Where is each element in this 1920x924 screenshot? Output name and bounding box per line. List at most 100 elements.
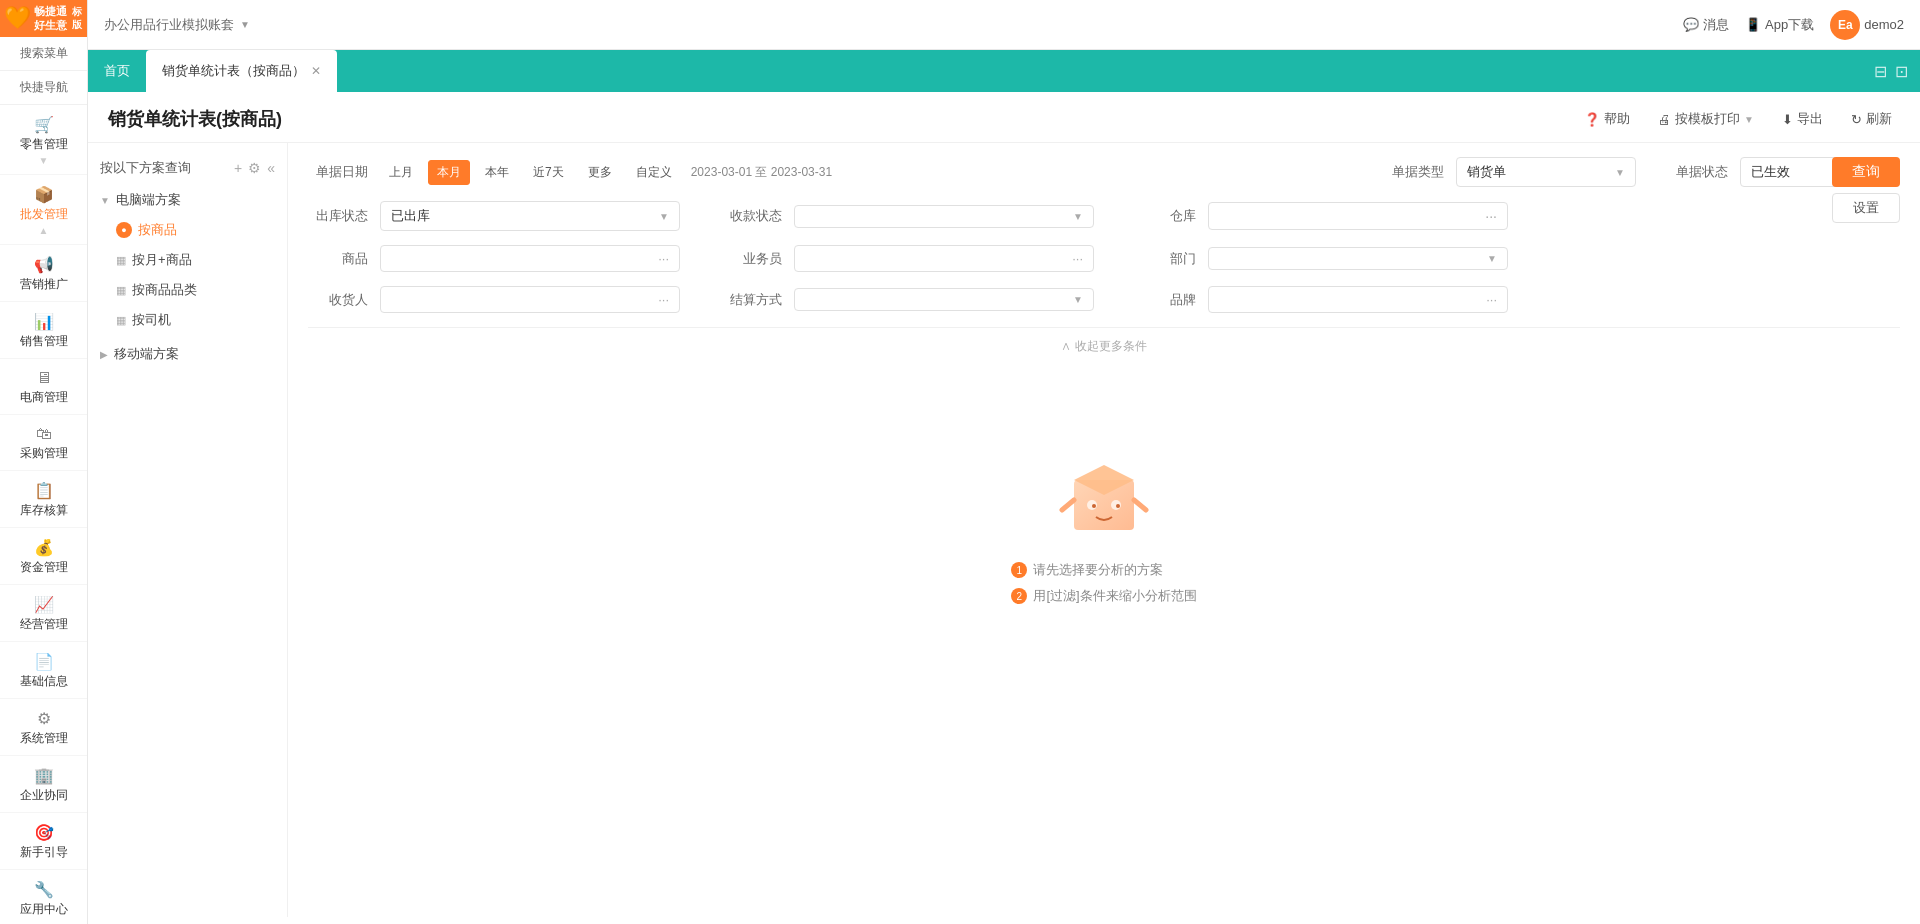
doc-type-arrow-icon: ▼: [1615, 167, 1625, 178]
tab-sales-stats[interactable]: 销货单统计表（按商品） ✕: [146, 50, 337, 92]
help-button[interactable]: ❓ 帮助: [1576, 106, 1638, 132]
sidebar: 🧡 畅捷通好生意 标版 搜索菜单 快捷导航 🛒 零售管理 ▼ 📦 批发管理 ▲ …: [0, 0, 88, 924]
receiver-input[interactable]: ···: [380, 286, 680, 313]
out-status-select[interactable]: 已出库 ▼: [380, 201, 680, 231]
ecommerce-icon: 🖥: [36, 369, 52, 387]
empty-tips: 1 请先选择要分析的方案 2 用[过滤]条件来缩小分析范围: [1011, 561, 1196, 605]
empty-state: 1 请先选择要分析的方案 2 用[过滤]条件来缩小分析范围: [308, 365, 1900, 685]
print-button[interactable]: 🖨 按模板打印 ▼: [1650, 106, 1762, 132]
warehouse-label: 仓库: [1136, 207, 1196, 225]
sidebar-item-system[interactable]: ⚙ 系统管理: [0, 699, 87, 756]
app-download-button[interactable]: 📱 App下载: [1745, 16, 1814, 34]
date-btn-thisyear[interactable]: 本年: [476, 160, 518, 185]
sidebar-item-inventory[interactable]: 📋 库存核算: [0, 471, 87, 528]
empty-tip-2: 2 用[过滤]条件来缩小分析范围: [1011, 587, 1196, 605]
breadcrumb: 办公用品行业模拟账套 ▼: [104, 16, 1671, 34]
tree-group-pc-header[interactable]: ▼ 电脑端方案: [88, 185, 287, 215]
payment-status-select[interactable]: ▼: [794, 205, 1094, 228]
search-menu-button[interactable]: 搜索菜单: [0, 37, 87, 71]
svg-point-4: [1092, 504, 1096, 508]
filter-row-3: 商品 ··· 业务员 ··· 部门: [308, 245, 1900, 272]
sidebar-item-finance[interactable]: 💰 资金管理: [0, 528, 87, 585]
date-btn-7days[interactable]: 近7天: [524, 160, 573, 185]
date-btn-more[interactable]: 更多: [579, 160, 621, 185]
marketing-icon: 📢: [34, 255, 54, 274]
purchase-icon: 🛍: [36, 425, 52, 443]
by-month-icon: ▦: [116, 254, 126, 267]
sidebar-item-marketing[interactable]: 📢 营销推广: [0, 245, 87, 302]
warehouse-select[interactable]: ···: [1208, 202, 1508, 230]
maximize-icon[interactable]: ⊡: [1895, 62, 1908, 81]
collapse-bar[interactable]: ∧ 收起更多条件: [308, 327, 1900, 365]
tree-group-pc: ▼ 电脑端方案 ● 按商品 ▦ 按月+商品 ▦: [88, 185, 287, 335]
staff-label: 业务员: [722, 250, 782, 268]
page-title: 销货单统计表(按商品): [108, 107, 282, 131]
sidebar-item-purchase[interactable]: 🛍 采购管理: [0, 415, 87, 471]
avatar: Ea: [1830, 10, 1860, 40]
date-btn-lastmonth[interactable]: 上月: [380, 160, 422, 185]
date-btn-custom[interactable]: 自定义: [627, 160, 681, 185]
out-status-label: 出库状态: [308, 207, 368, 225]
tree-item-by-product[interactable]: ● 按商品: [88, 215, 287, 245]
by-driver-icon: ▦: [116, 314, 126, 327]
wholesale-icon: 📦: [34, 185, 54, 204]
filter-row-1: 单据日期 上月 本月 本年 近7天 更多 自定义 2023-03-01 至 20…: [308, 157, 1900, 187]
settings-button[interactable]: 设置: [1832, 193, 1900, 223]
sidebar-item-wholesale[interactable]: 📦 批发管理 ▲: [0, 175, 87, 245]
product-dots-icon: ···: [658, 251, 669, 266]
sidebar-item-guide[interactable]: 🎯 新手引导: [0, 813, 87, 870]
sidebar-item-company[interactable]: 🏢 企业协同: [0, 756, 87, 813]
refresh-button[interactable]: ↻ 刷新: [1843, 106, 1900, 132]
filter-area-wrapper: 单据日期 上月 本月 本年 近7天 更多 自定义 2023-03-01 至 20…: [288, 143, 1920, 917]
system-icon: ⚙: [37, 709, 51, 728]
tabbar: 首页 销货单统计表（按商品） ✕ ⊟ ⊡: [88, 50, 1920, 92]
tab-close-icon[interactable]: ✕: [311, 64, 321, 78]
page-header: 销货单统计表(按商品) ❓ 帮助 🖨 按模板打印 ▼ ⬇ 导出: [88, 92, 1920, 143]
sidebar-item-ecommerce[interactable]: 🖥 电商管理: [0, 359, 87, 415]
by-category-icon: ▦: [116, 284, 126, 297]
sidebar-item-basic[interactable]: 📄 基础信息: [0, 642, 87, 699]
tree-item-by-category[interactable]: ▦ 按商品品类: [88, 275, 287, 305]
tree-item-by-month-product[interactable]: ▦ 按月+商品: [88, 245, 287, 275]
quick-nav-button[interactable]: 快捷导航: [0, 71, 87, 105]
refresh-icon: ↻: [1851, 112, 1862, 127]
sidebar-item-operation[interactable]: 📈 经营管理: [0, 585, 87, 642]
add-scheme-button[interactable]: +: [234, 160, 242, 176]
sidebar-item-retail[interactable]: 🛒 零售管理 ▼: [0, 105, 87, 175]
tab-home[interactable]: 首页: [88, 50, 146, 92]
date-filter-buttons: 上月 本月 本年 近7天 更多 自定义 2023-03-01 至 2023-03…: [380, 160, 832, 185]
payment-method-label: 结算方式: [722, 291, 782, 309]
sidebar-item-appcenter[interactable]: 🔧 应用中心: [0, 870, 87, 924]
empty-illustration: [1054, 445, 1154, 545]
retail-icon: 🛒: [34, 115, 54, 134]
message-button[interactable]: 💬 消息: [1683, 16, 1729, 34]
print-dropdown-icon[interactable]: ▼: [1744, 114, 1754, 125]
window-buttons: ⊟ ⊡: [1874, 62, 1920, 81]
query-button[interactable]: 查询: [1832, 157, 1900, 187]
product-label: 商品: [308, 250, 368, 268]
sidebar-item-sales[interactable]: 📊 销售管理: [0, 302, 87, 359]
staff-input[interactable]: ···: [794, 245, 1094, 272]
receiver-dots-icon: ···: [658, 292, 669, 307]
content-area: 销货单统计表(按商品) ❓ 帮助 🖨 按模板打印 ▼ ⬇ 导出: [88, 92, 1920, 924]
user-menu[interactable]: Ea demo2: [1830, 10, 1904, 40]
filter-row-2: 出库状态 已出库 ▼ 收款状态 ▼ 仓库: [308, 201, 1900, 231]
export-button[interactable]: ⬇ 导出: [1774, 106, 1831, 132]
date-filter-control: 上月 本月 本年 近7天 更多 自定义 2023-03-01 至 2023-03…: [380, 160, 1352, 185]
filter-area: 单据日期 上月 本月 本年 近7天 更多 自定义 2023-03-01 至 20…: [288, 143, 1920, 699]
dept-select[interactable]: ▼: [1208, 247, 1508, 270]
tree-item-by-driver[interactable]: ▦ 按司机: [88, 305, 287, 335]
payment-method-select[interactable]: ▼: [794, 288, 1094, 311]
tree-group-mobile-header[interactable]: ▶ 移动端方案: [88, 339, 287, 369]
product-input[interactable]: ···: [380, 245, 680, 272]
minimize-icon[interactable]: ⊟: [1874, 62, 1887, 81]
collapse-panel-button[interactable]: «: [267, 160, 275, 176]
mobile-icon: 📱: [1745, 17, 1761, 32]
doc-type-select[interactable]: 销货单 ▼: [1456, 157, 1636, 187]
breadcrumb-dropdown-icon[interactable]: ▼: [240, 19, 250, 30]
finance-icon: 💰: [34, 538, 54, 557]
scheme-settings-button[interactable]: ⚙: [248, 160, 261, 176]
brand-input[interactable]: ···: [1208, 286, 1508, 313]
staff-dots-icon: ···: [1072, 251, 1083, 266]
date-btn-thismonth[interactable]: 本月: [428, 160, 470, 185]
